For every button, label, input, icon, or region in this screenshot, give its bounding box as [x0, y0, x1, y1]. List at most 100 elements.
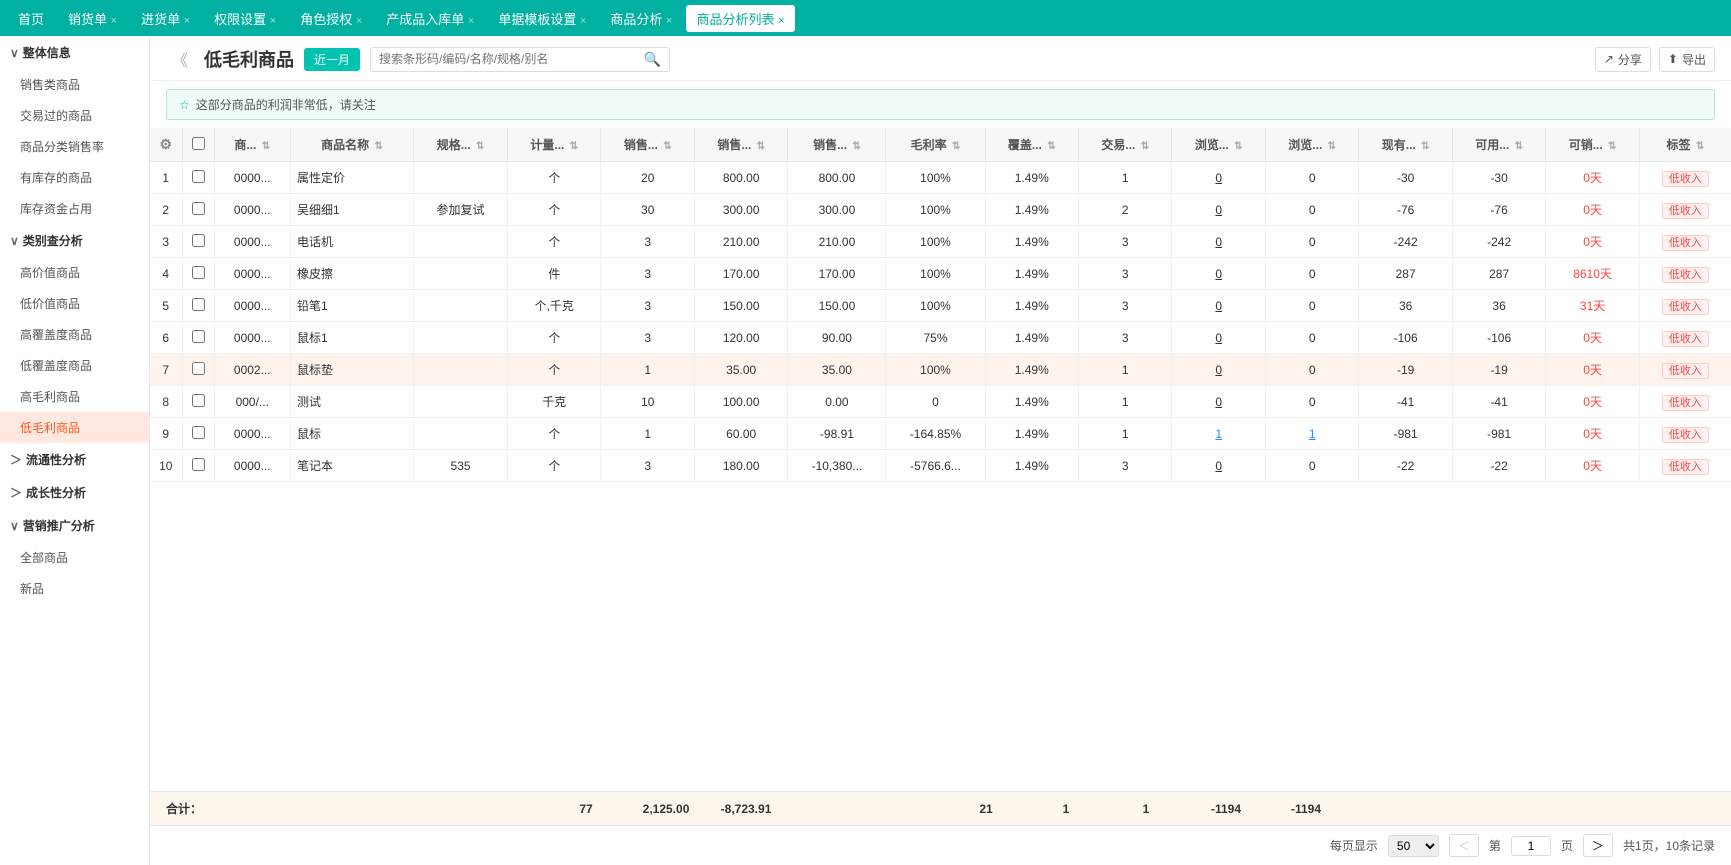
sidebar-item-sales-goods[interactable]: 销售类商品 [0, 69, 149, 100]
sidebar-item-in-stock[interactable]: 有库存的商品 [0, 162, 149, 193]
nav-product-in[interactable]: 产成品入库单 × [376, 5, 484, 32]
row-select-checkbox[interactable] [192, 426, 205, 439]
sidebar-group-overall[interactable]: ∨ 整体信息 [0, 36, 149, 69]
row-select-checkbox[interactable] [192, 394, 205, 407]
row-select-checkbox[interactable] [192, 362, 205, 375]
row-num: 3 [150, 226, 182, 258]
row-select-checkbox[interactable] [192, 170, 205, 183]
row-select-checkbox[interactable] [192, 330, 205, 343]
nav-template[interactable]: 单据模板设置 × [488, 5, 596, 32]
row-select-checkbox[interactable] [192, 234, 205, 247]
per-page-select[interactable]: 50 100 200 [1388, 835, 1439, 857]
col-checkbox[interactable] [182, 128, 214, 162]
sidebar-item-category-rate[interactable]: 商品分类销售率 [0, 131, 149, 162]
col-coverage[interactable]: 覆盖... ⇅ [985, 128, 1078, 162]
col-saleable[interactable]: 可销... ⇅ [1546, 128, 1639, 162]
sidebar-item-low-value[interactable]: 低价值商品 [0, 288, 149, 319]
sidebar-group-growth[interactable]: ＞ 成长性分析 [0, 476, 149, 509]
sidebar-item-traded-goods[interactable]: 交易过的商品 [0, 100, 149, 131]
row-checkbox[interactable] [182, 418, 214, 450]
col-gross-margin[interactable]: 毛利率 ⇅ [886, 128, 985, 162]
collapse-sidebar-btn[interactable]: 《 [166, 47, 194, 71]
row-checkbox[interactable] [182, 162, 214, 194]
col-available[interactable]: 可用... ⇅ [1452, 128, 1545, 162]
nav-goods-analysis-list[interactable]: 商品分析列表 × [686, 5, 794, 32]
next-page-btn[interactable]: ＞ [1583, 834, 1613, 857]
col-spec[interactable]: 规格... ⇅ [414, 128, 508, 162]
row-select-checkbox[interactable] [192, 202, 205, 215]
sidebar-item-low-coverage[interactable]: 低覆盖度商品 [0, 350, 149, 381]
sidebar-item-high-coverage[interactable]: 高覆盖度商品 [0, 319, 149, 350]
select-all-checkbox[interactable] [192, 137, 205, 150]
search-input[interactable] [379, 52, 640, 66]
col-browse1[interactable]: 浏览... ⇅ [1172, 128, 1265, 162]
row-select-checkbox[interactable] [192, 298, 205, 311]
gear-icon[interactable]: ⚙ [159, 136, 172, 152]
row-checkbox[interactable] [182, 450, 214, 482]
sidebar-item-new-goods[interactable]: 新品 [0, 573, 149, 604]
nav-goods-analysis[interactable]: 商品分析 × [600, 5, 682, 32]
row-browse1[interactable]: 1 [1172, 418, 1265, 450]
col-tag[interactable]: 标签 ⇅ [1639, 128, 1731, 162]
nav-permission[interactable]: 权限设置 × [204, 5, 286, 32]
row-unit: 个,千克 [508, 290, 601, 322]
sidebar-item-stock-fund[interactable]: 库存资金占用 [0, 193, 149, 224]
col-trade[interactable]: 交易... ⇅ [1079, 128, 1172, 162]
nav-home[interactable]: 首页 [8, 5, 54, 32]
row-browse1: 0 [1172, 194, 1265, 226]
sidebar-item-low-margin[interactable]: 低毛利商品 [0, 412, 149, 443]
row-browse2: 0 [1265, 290, 1358, 322]
nav-sales[interactable]: 销货单 × [58, 5, 127, 32]
row-sales-qty: 20 [601, 162, 694, 194]
row-select-checkbox[interactable] [192, 458, 205, 471]
row-sales-amt: 150.00 [694, 290, 787, 322]
sidebar-item-high-margin[interactable]: 高毛利商品 [0, 381, 149, 412]
sidebar-group-liquidity[interactable]: ＞ 流通性分析 [0, 443, 149, 476]
row-checkbox[interactable] [182, 290, 214, 322]
row-available: 287 [1452, 258, 1545, 290]
row-browse2[interactable]: 1 [1265, 418, 1358, 450]
col-settings[interactable]: ⚙ [150, 128, 182, 162]
col-sales-qty[interactable]: 销售... ⇅ [601, 128, 694, 162]
row-name: 吴细细1 [290, 194, 413, 226]
sidebar-group-category[interactable]: ∨ 类别查分析 [0, 224, 149, 257]
col-current-stock[interactable]: 现有... ⇅ [1359, 128, 1452, 162]
row-unit: 个 [508, 162, 601, 194]
row-saleable: 31天 [1546, 290, 1639, 322]
page-number-input[interactable] [1511, 836, 1551, 856]
row-sales-profit: 35.00 [788, 354, 886, 386]
filter-recent-month-btn[interactable]: 近一月 [304, 48, 360, 71]
col-sales-amt[interactable]: 销售... ⇅ [694, 128, 787, 162]
row-trade: 3 [1079, 290, 1172, 322]
col-unit[interactable]: 计量... ⇅ [508, 128, 601, 162]
row-spec [414, 290, 508, 322]
row-browse2: 0 [1265, 194, 1358, 226]
col-name[interactable]: 商品名称 ⇅ [290, 128, 413, 162]
nav-role[interactable]: 角色授权 × [290, 5, 372, 32]
row-browse2: 0 [1265, 354, 1358, 386]
row-select-checkbox[interactable] [192, 266, 205, 279]
sidebar-group-marketing[interactable]: ∨ 营销推广分析 [0, 509, 149, 542]
share-btn[interactable]: ↗ 分享 [1595, 47, 1651, 72]
row-checkbox[interactable] [182, 386, 214, 418]
sidebar-item-all-goods[interactable]: 全部商品 [0, 542, 149, 573]
prev-page-btn[interactable]: ＜ [1449, 834, 1479, 857]
row-checkbox[interactable] [182, 226, 214, 258]
col-browse2[interactable]: 浏览... ⇅ [1265, 128, 1358, 162]
row-checkbox[interactable] [182, 194, 214, 226]
page-label: 第 [1489, 837, 1501, 854]
row-name: 鼠标1 [290, 322, 413, 354]
row-num: 10 [150, 450, 182, 482]
row-trade: 1 [1079, 418, 1172, 450]
col-sku[interactable]: 商... ⇅ [214, 128, 290, 162]
sidebar-item-high-value[interactable]: 高价值商品 [0, 257, 149, 288]
nav-purchase[interactable]: 进货单 × [131, 5, 200, 32]
row-saleable: 0天 [1546, 354, 1639, 386]
row-sales-qty: 10 [601, 386, 694, 418]
export-btn[interactable]: ⬆ 导出 [1659, 47, 1715, 72]
row-checkbox[interactable] [182, 258, 214, 290]
row-checkbox[interactable] [182, 354, 214, 386]
row-checkbox[interactable] [182, 322, 214, 354]
col-sales-profit[interactable]: 销售... ⇅ [788, 128, 886, 162]
search-icon[interactable]: 🔍 [644, 51, 661, 68]
